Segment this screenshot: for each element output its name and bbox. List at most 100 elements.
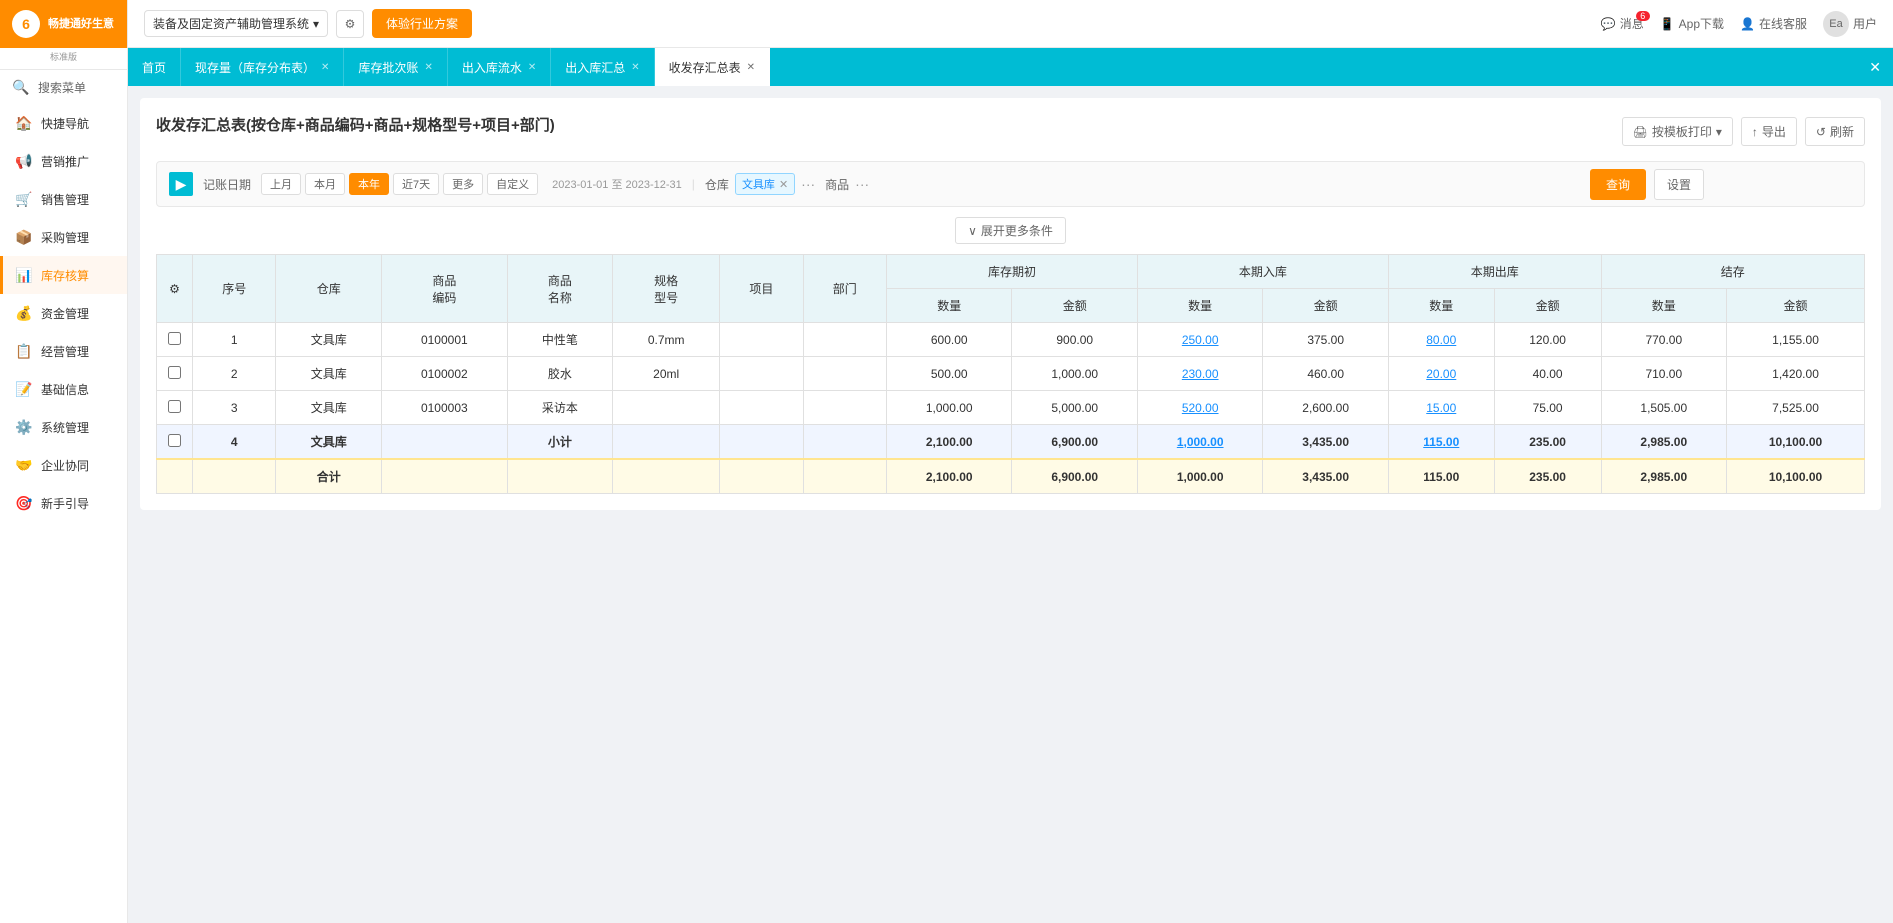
inventory-icon: 📊 (15, 266, 33, 284)
td-check[interactable] (157, 323, 193, 357)
operations-icon: 📋 (15, 342, 33, 360)
close-all-tabs-btn[interactable]: ✕ (1857, 48, 1893, 86)
sidebar-item-sales[interactable]: 🛒 销售管理 (0, 180, 127, 218)
sidebar-item-label: 基础信息 (41, 381, 89, 398)
sidebar-item-guide[interactable]: 🎯 新手引导 (0, 484, 127, 522)
basic-info-icon: 📝 (15, 380, 33, 398)
table-row: 1 文具库 0100001 中性笔 0.7mm 600.00 900.00 25… (157, 323, 1865, 357)
sidebar-item-label: 系统管理 (41, 419, 89, 436)
td-in-qty[interactable]: 1,000.00 (1137, 425, 1262, 460)
td-out-qty[interactable]: 80.00 (1388, 323, 1494, 357)
trial-btn[interactable]: 体验行业方案 (372, 9, 472, 38)
date-btn-more[interactable]: 更多 (443, 173, 483, 195)
sidebar-item-enterprise[interactable]: 🤝 企业协同 (0, 446, 127, 484)
td-no: 2 (193, 357, 276, 391)
sidebar-item-label: 新手引导 (41, 495, 89, 512)
marketing-icon: 📢 (15, 152, 33, 170)
td-in-qty[interactable]: 230.00 (1137, 357, 1262, 391)
user-menu-btn[interactable]: Ea 用户 (1823, 11, 1877, 37)
warehouse-tag-close-btn[interactable]: ✕ (779, 178, 788, 191)
logo-text: 畅捷通好生意 (48, 17, 114, 31)
td-check[interactable] (157, 357, 193, 391)
filter-toggle-btn[interactable]: ▶ (169, 172, 193, 196)
warehouse-tag: 文具库 ✕ (735, 173, 795, 195)
date-btn-custom[interactable]: 自定义 (487, 173, 538, 195)
td-out-qty[interactable]: 15.00 (1388, 391, 1494, 425)
date-btn-last-month[interactable]: 上月 (261, 173, 301, 195)
messages-btn[interactable]: 💬 消息 6 (1601, 15, 1644, 32)
sidebar-item-basic-info[interactable]: 📝 基础信息 (0, 370, 127, 408)
expand-more-btn[interactable]: ∨ 展开更多条件 (955, 217, 1066, 244)
tab-label: 首页 (142, 59, 166, 76)
th-no: 序号 (193, 255, 276, 323)
td-in-amt: 375.00 (1263, 323, 1388, 357)
td-open-qty: 1,000.00 (886, 391, 1011, 425)
td-dept (803, 357, 886, 391)
td-in-qty[interactable]: 520.00 (1137, 391, 1262, 425)
goods-dots-btn[interactable]: ··· (855, 176, 869, 192)
td-out-qty[interactable]: 115.00 (1388, 425, 1494, 460)
tab-home[interactable]: 首页 (128, 48, 181, 86)
sidebar-item-inventory[interactable]: 📊 库存核算 (0, 256, 127, 294)
goods-label: 商品 (825, 176, 849, 193)
th-bal-amt: 金额 (1727, 289, 1865, 323)
sidebar-item-system[interactable]: ⚙️ 系统管理 (0, 408, 127, 446)
tab-close-icon[interactable]: ✕ (631, 62, 639, 73)
online-service-btn[interactable]: 👤 在线客服 (1740, 15, 1807, 32)
chevron-down-icon: ∨ (968, 224, 977, 238)
sidebar-item-operations[interactable]: 📋 经营管理 (0, 332, 127, 370)
sidebar-item-purchase[interactable]: 📦 采购管理 (0, 218, 127, 256)
th-project: 项目 (720, 255, 803, 323)
td-name: 胶水 (507, 357, 613, 391)
warehouse-dots-btn[interactable]: ··· (801, 176, 815, 192)
app-download-btn[interactable]: 📱 App下载 (1660, 15, 1724, 32)
settings-gear-btn[interactable]: ⚙ (336, 10, 364, 38)
footer-bal-qty: 2,985.00 (1601, 459, 1726, 494)
system-dropdown[interactable]: 装备及固定资产辅助管理系统 ▾ (144, 10, 328, 37)
print-btn[interactable]: 🖨 按模板打印 ▾ (1622, 117, 1733, 146)
date-btn-this-year[interactable]: 本年 (349, 173, 389, 195)
tab-close-icon[interactable]: ✕ (321, 62, 329, 73)
tab-recv-send-summary[interactable]: 收发存汇总表 ✕ (655, 48, 770, 86)
th-settings[interactable]: ⚙ (157, 255, 193, 323)
th-open-amt: 金额 (1012, 289, 1137, 323)
export-btn[interactable]: ↑ 导出 (1741, 117, 1797, 146)
tab-close-icon[interactable]: ✕ (528, 62, 536, 73)
td-bal-amt: 10,100.00 (1727, 425, 1865, 460)
sidebar-item-marketing[interactable]: 📢 营销推广 (0, 142, 127, 180)
system-name-label: 装备及固定资产辅助管理系统 (153, 15, 309, 32)
column-settings-btn[interactable]: 设置 (1654, 169, 1704, 200)
th-bal-qty: 数量 (1601, 289, 1726, 323)
tab-batch-ledger[interactable]: 库存批次账 ✕ (344, 48, 447, 86)
date-btn-7days[interactable]: 近7天 (393, 173, 439, 195)
tab-inventory-dist[interactable]: 现存量（库存分布表） ✕ (181, 48, 344, 86)
date-btn-this-month[interactable]: 本月 (305, 173, 345, 195)
td-spec (613, 391, 720, 425)
td-out-qty[interactable]: 20.00 (1388, 357, 1494, 391)
data-table: ⚙ 序号 仓库 商品编码 商品名称 规格型号 项目 部门 库存期初 本期入库 本… (156, 254, 1865, 494)
td-warehouse: 文具库 (276, 391, 382, 425)
gear-icon: ⚙ (345, 17, 356, 31)
home-icon: 🏠 (15, 114, 33, 132)
tab-close-icon[interactable]: ✕ (747, 62, 755, 73)
sidebar-item-finance[interactable]: 💰 资金管理 (0, 294, 127, 332)
tab-close-icon[interactable]: ✕ (424, 62, 432, 73)
dropdown-arrow-icon: ▾ (313, 17, 319, 31)
warehouse-label: 仓库 (705, 176, 729, 193)
td-code (382, 425, 507, 460)
tab-inout-flow[interactable]: 出入库流水 ✕ (448, 48, 551, 86)
td-check[interactable] (157, 425, 193, 460)
td-check[interactable] (157, 391, 193, 425)
sidebar-item-quick-nav[interactable]: 🏠 快捷导航 (0, 104, 127, 142)
td-in-qty[interactable]: 250.00 (1137, 323, 1262, 357)
topbar-left: 装备及固定资产辅助管理系统 ▾ ⚙ 体验行业方案 (144, 9, 472, 38)
sidebar-item-search[interactable]: 🔍 搜索菜单 (0, 70, 127, 104)
footer-label: 合计 (276, 459, 382, 494)
query-btn[interactable]: 查询 (1590, 169, 1646, 200)
td-open-amt: 5,000.00 (1012, 391, 1137, 425)
refresh-btn[interactable]: ↺ 刷新 (1805, 117, 1865, 146)
td-open-qty: 500.00 (886, 357, 1011, 391)
print-icon: 🖨 (1633, 125, 1648, 139)
tab-inout-summary[interactable]: 出入库汇总 ✕ (551, 48, 654, 86)
td-bal-amt: 7,525.00 (1727, 391, 1865, 425)
